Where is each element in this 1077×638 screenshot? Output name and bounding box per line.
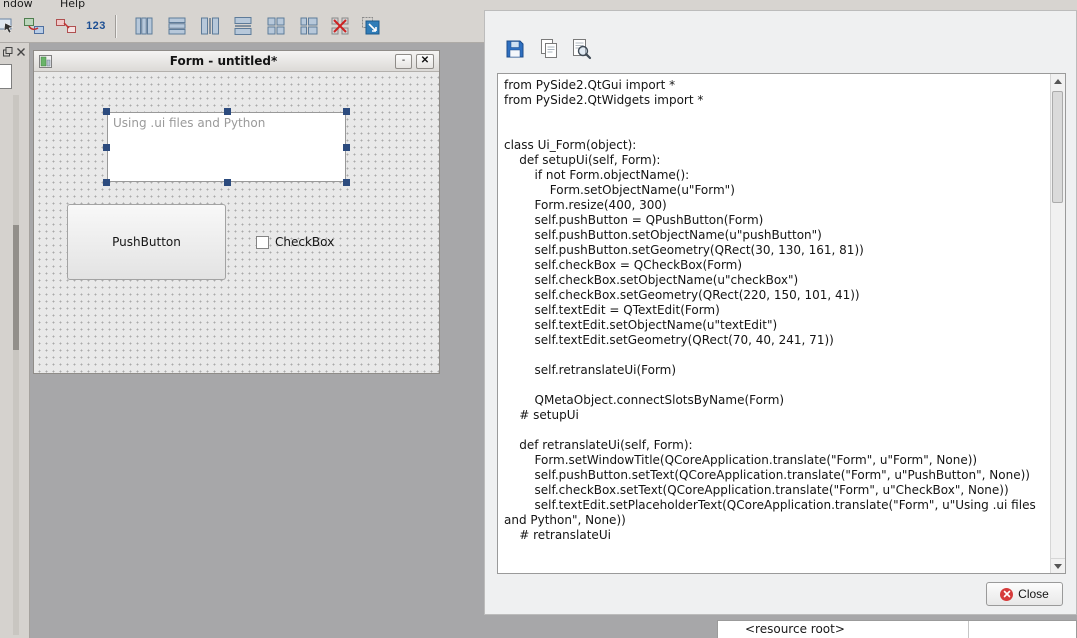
textedit-widget[interactable]: Using .ui files and Python [107,112,346,182]
lay-out-in-grid-icon [265,15,287,37]
dock-float-button[interactable] [2,46,14,58]
resource-browser: <resource root> [717,620,1077,638]
dock-close-button[interactable] [15,46,27,58]
selection-handle[interactable] [343,144,350,151]
edit-tab-order-icon: 123 [86,20,106,32]
arrow-down-icon [1054,564,1062,569]
selection-handle[interactable] [224,108,231,115]
generated-code[interactable]: from PySide2.QtGui import * from PySide2… [498,74,1050,573]
adjust-size-icon [360,15,382,37]
lay-out-in-form-layout-icon [298,15,320,37]
widget-filter-input[interactable] [0,64,12,89]
close-dialog-button[interactable]: Close [986,582,1063,606]
form-designer-window: Form - untitled* - ✕ Using .ui files and… [33,50,440,374]
menu-bar: ndow Help [0,0,1077,10]
textedit-box[interactable]: Using .ui files and Python [107,112,346,182]
close-window-button[interactable]: ✕ [416,54,434,69]
lay-out-in-form-layout-button[interactable] [296,13,322,39]
code-preview-dialog: from PySide2.QtGui import * from PySide2… [484,10,1077,615]
edit-buddies-button[interactable] [53,13,79,39]
widget-box-scrollbar[interactable] [13,95,19,635]
lay-out-horizontally-icon [133,15,155,37]
menu-item-window[interactable]: ndow [3,0,33,10]
scroll-down-button[interactable] [1051,558,1065,573]
minimize-button[interactable]: - [395,54,412,69]
break-layout-icon [329,15,351,37]
pushbutton-widget[interactable]: PushButton [67,204,226,280]
find-button[interactable] [567,35,595,63]
column-divider [968,621,969,638]
textedit-placeholder: Using .ui files and Python [108,113,345,133]
selection-handle[interactable] [343,108,350,115]
edit-buddies-icon [55,15,77,37]
form-canvas[interactable]: Using .ui files and Python PushButton Ch… [34,72,439,373]
toolbar-separator [115,15,117,38]
code-scrollbar[interactable] [1050,74,1065,573]
lay-out-vertically-in-splitter-button[interactable] [230,13,256,39]
edit-signals-slots-icon [23,15,45,37]
adjust-size-button[interactable] [358,13,384,39]
lay-out-vertically-in-splitter-icon [232,15,254,37]
lay-out-vertically-icon [166,15,188,37]
checkbox-widget[interactable]: CheckBox [256,233,334,251]
selection-handle[interactable] [103,144,110,151]
dock-float-icon [3,47,13,57]
scroll-up-button[interactable] [1051,74,1065,89]
edit-widgets-button[interactable] [0,13,19,39]
edit-widgets-icon [0,15,17,37]
selection-handle[interactable] [343,179,350,186]
lay-out-horizontally-in-splitter-icon [199,15,221,37]
widget-box-scrollbar-thumb[interactable] [13,225,19,350]
lay-out-vertically-button[interactable] [164,13,190,39]
save-button[interactable] [501,35,529,63]
arrow-up-icon [1054,79,1062,84]
form-window-titlebar[interactable]: Form - untitled* - ✕ [34,51,439,72]
close-button-label: Close [1018,587,1049,601]
break-layout-button[interactable] [327,13,353,39]
selection-handle[interactable] [103,108,110,115]
find-icon [569,37,593,61]
edit-signals-slots-button[interactable] [21,13,47,39]
copy-button[interactable] [535,35,563,63]
edit-tab-order-button[interactable]: 123 [83,13,109,39]
form-window-title: Form - untitled* [56,54,391,68]
copy-icon [537,37,561,61]
dock-close-icon [16,47,26,57]
lay-out-horizontally-button[interactable] [131,13,157,39]
form-window-icon [39,55,52,68]
code-view: from PySide2.QtGui import * from PySide2… [497,73,1066,574]
selection-handle[interactable] [103,179,110,186]
save-icon [503,37,527,61]
resource-root-item[interactable]: <resource root> [745,622,845,636]
menu-item-help[interactable]: Help [60,0,85,10]
checkbox-indicator[interactable] [256,236,269,249]
scrollbar-thumb[interactable] [1052,91,1063,203]
checkbox-label: CheckBox [275,235,334,249]
widget-box-panel [0,43,30,638]
lay-out-horizontally-in-splitter-button[interactable] [197,13,223,39]
selection-handle[interactable] [224,179,231,186]
lay-out-in-grid-button[interactable] [263,13,289,39]
close-icon [1000,588,1013,601]
